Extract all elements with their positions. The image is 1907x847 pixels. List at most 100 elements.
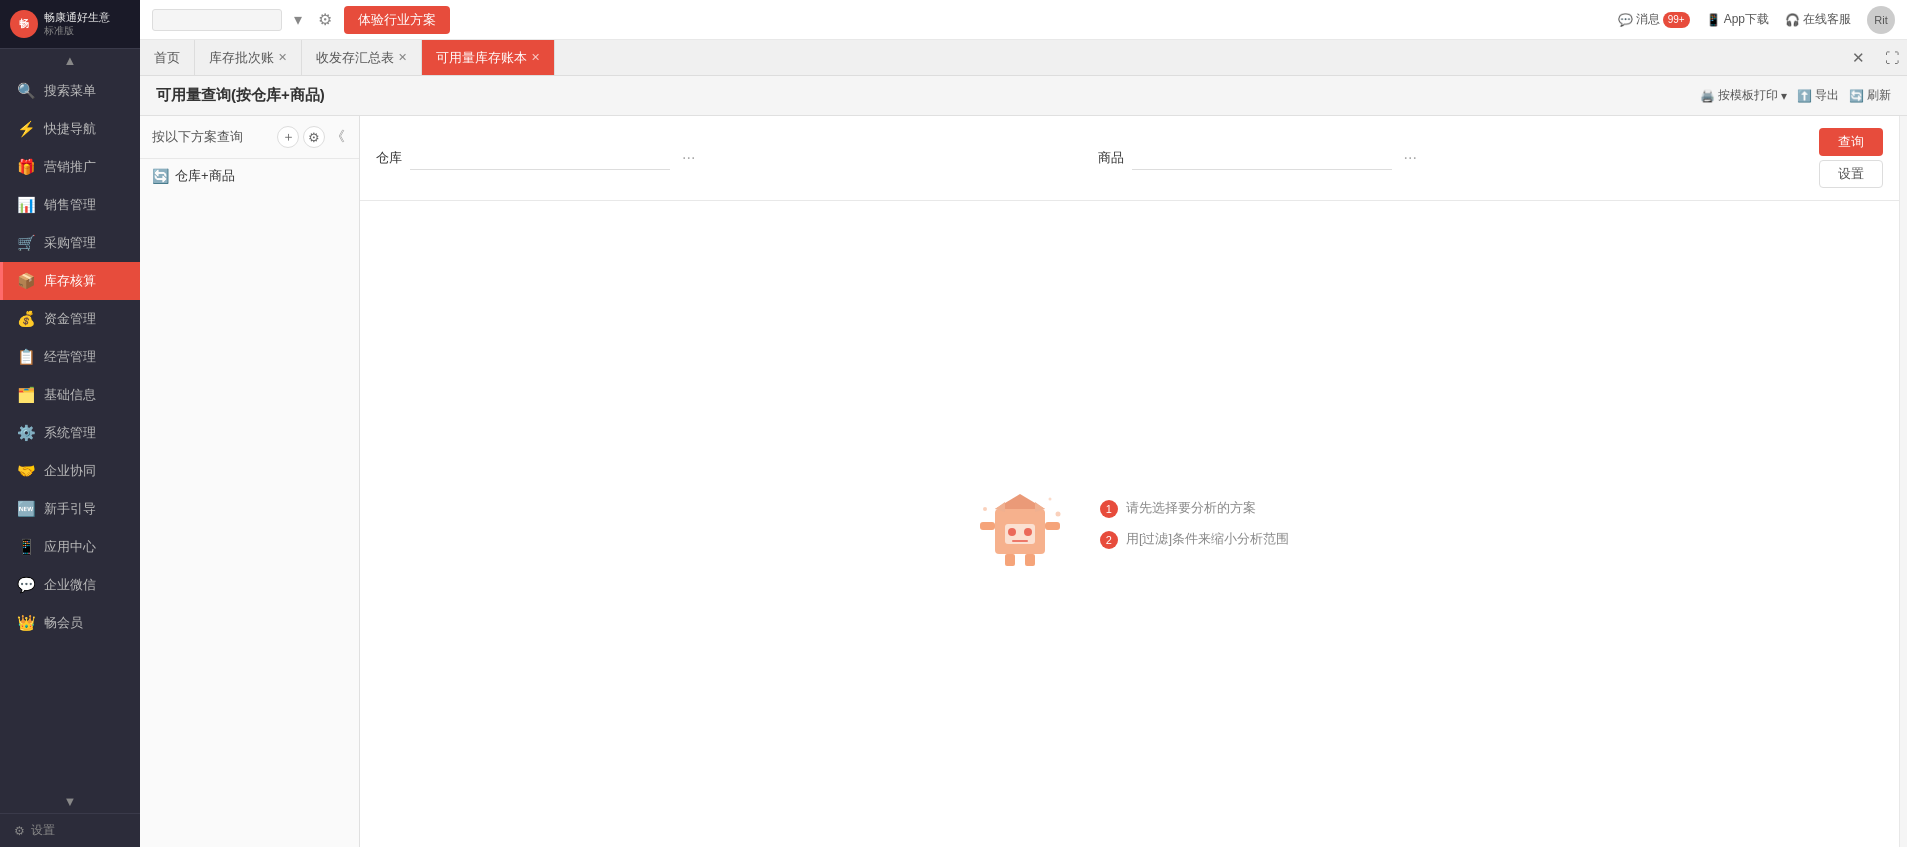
- tab-batch-account[interactable]: 库存批次账 ✕: [195, 40, 302, 75]
- member-icon: 👑: [17, 614, 36, 632]
- tab-receipt-summary-label: 收发存汇总表: [316, 49, 394, 67]
- empty-tip-2: 2 用[过滤]条件来缩小分析范围: [1100, 530, 1289, 549]
- sidebar-item-label: 资金管理: [44, 310, 96, 328]
- sidebar-item-label: 快捷导航: [44, 120, 96, 138]
- app-download-button[interactable]: 📱 App下载: [1706, 11, 1769, 28]
- marketing-promo-icon: 🎁: [17, 158, 36, 176]
- print-dropdown-icon[interactable]: ▾: [1781, 89, 1787, 103]
- sidebar-item-app-center[interactable]: 📱应用中心: [0, 528, 140, 566]
- inventory-icon: 📦: [17, 272, 36, 290]
- query-button[interactable]: 查询: [1819, 128, 1883, 156]
- system-icon: ⚙️: [17, 424, 36, 442]
- tab-available-ledger-close-icon[interactable]: ✕: [531, 51, 540, 64]
- message-button[interactable]: 💬 消息 99+: [1618, 11, 1690, 28]
- headset-icon: 🎧: [1785, 13, 1800, 27]
- sidebar-item-operations[interactable]: 📋经营管理: [0, 338, 140, 376]
- svg-point-12: [983, 507, 987, 511]
- scroll-down-button[interactable]: ▼: [0, 790, 140, 813]
- tab-available-ledger[interactable]: 可用量库存账本 ✕: [422, 40, 555, 75]
- main-area: ▾ ⚙ 体验行业方案 💬 消息 99+ 📱 App下载 🎧 在线客服 Rit: [140, 0, 1907, 847]
- sidebar-item-sales[interactable]: 📊销售管理: [0, 186, 140, 224]
- sidebar-header: 畅 畅康通好生意 标准版: [0, 0, 140, 49]
- svg-rect-11: [1045, 522, 1060, 530]
- product-input[interactable]: [1132, 146, 1392, 170]
- print-template-button[interactable]: 🖨️ 按模板打印 ▾: [1700, 87, 1787, 104]
- purchase-icon: 🛒: [17, 234, 36, 252]
- sidebar-item-shortcut[interactable]: ⚡ 快捷导航: [0, 110, 140, 148]
- sidebar-footer[interactable]: ⚙ 设置: [0, 813, 140, 847]
- phone-icon: 📱: [1706, 13, 1721, 27]
- filter-settings-button[interactable]: ⚙: [303, 126, 325, 148]
- product-more-button[interactable]: ···: [1400, 149, 1421, 167]
- tab-close-window-button[interactable]: ✕: [1840, 40, 1877, 75]
- sidebar-item-label: 基础信息: [44, 386, 96, 404]
- filter-item-warehouse-product[interactable]: 🔄 仓库+商品: [140, 159, 359, 193]
- setting-button[interactable]: 设置: [1819, 160, 1883, 188]
- sidebar-item-label: 经营管理: [44, 348, 96, 366]
- sidebar-item-enterprise[interactable]: 🤝企业协同: [0, 452, 140, 490]
- sidebar-nav: 🔍搜索菜单 ⚡ 快捷导航 🎁营销推广📊销售管理🛒采购管理📦库存核算💰资金管理📋经营管理…: [0, 72, 140, 790]
- topbar-search-input[interactable]: [152, 9, 282, 31]
- app-edition: 标准版: [44, 24, 110, 38]
- gear-icon[interactable]: ▾: [290, 10, 306, 29]
- shortcut-icon: ⚡: [17, 120, 36, 138]
- settings-icon: ⚙: [14, 824, 25, 838]
- tab-receipt-summary-close-icon[interactable]: ✕: [398, 51, 407, 64]
- filter-actions: ＋ ⚙ 《: [277, 126, 347, 148]
- sidebar-footer-label: 设置: [31, 822, 55, 839]
- online-service-label: 在线客服: [1803, 11, 1851, 28]
- left-filter-panel: 按以下方案查询 ＋ ⚙ 《 🔄 仓库+商品: [140, 116, 360, 847]
- tab-receipt-summary[interactable]: 收发存汇总表 ✕: [302, 40, 422, 75]
- svg-rect-7: [1012, 540, 1028, 542]
- filter-add-button[interactable]: ＋: [277, 126, 299, 148]
- filter-item-warehouse-product-label: 仓库+商品: [175, 167, 235, 185]
- sidebar-item-inventory[interactable]: 📦库存核算: [0, 262, 140, 300]
- warehouse-input[interactable]: [410, 146, 670, 170]
- query-buttons: 查询 设置: [1819, 128, 1883, 188]
- filter-header: 按以下方案查询 ＋ ⚙ 《: [140, 116, 359, 159]
- refresh-button[interactable]: 🔄 刷新: [1849, 87, 1891, 104]
- tab-home[interactable]: 首页: [140, 40, 195, 75]
- right-panel: 仓库 ··· 商品 ··· 查询 设置: [360, 116, 1899, 847]
- svg-point-6: [1024, 528, 1032, 536]
- sidebar-item-newbie[interactable]: 🆕新手引导: [0, 490, 140, 528]
- export-icon: ⬆️: [1797, 89, 1812, 103]
- scroll-up-button[interactable]: ▲: [0, 49, 140, 72]
- trial-industry-button[interactable]: 体验行业方案: [344, 6, 450, 34]
- search-icon: 🔍: [17, 82, 36, 100]
- app-download-label: App下载: [1724, 11, 1769, 28]
- empty-state-illustration: [970, 474, 1070, 574]
- app-title: 畅康通好生意: [44, 10, 110, 24]
- svg-rect-10: [980, 522, 995, 530]
- sidebar-item-member[interactable]: 👑畅会员: [0, 604, 140, 642]
- sidebar-item-label: 企业协同: [44, 462, 96, 480]
- tip-num-2: 2: [1100, 531, 1118, 549]
- sidebar-item-purchase[interactable]: 🛒采购管理: [0, 224, 140, 262]
- online-service-button[interactable]: 🎧 在线客服: [1785, 11, 1851, 28]
- query-area: 仓库 ··· 商品 ··· 查询 设置: [360, 116, 1899, 201]
- sidebar-item-wechat[interactable]: 💬企业微信: [0, 566, 140, 604]
- tabbar: 首页 库存批次账 ✕ 收发存汇总表 ✕ 可用量库存账本 ✕ ✕ ⛶: [140, 40, 1907, 76]
- tab-expand-button[interactable]: ⛶: [1877, 40, 1907, 75]
- topbar: ▾ ⚙ 体验行业方案 💬 消息 99+ 📱 App下载 🎧 在线客服 Rit: [140, 0, 1907, 40]
- sidebar-item-finance[interactable]: 💰资金管理: [0, 300, 140, 338]
- sidebar-item-search[interactable]: 🔍搜索菜单: [0, 72, 140, 110]
- app-center-icon: 📱: [17, 538, 36, 556]
- settings-gear-icon[interactable]: ⚙: [314, 10, 336, 29]
- sidebar-item-system[interactable]: ⚙️系统管理: [0, 414, 140, 452]
- sidebar-item-basic-info[interactable]: 🗂️基础信息: [0, 376, 140, 414]
- empty-state: 1 请先选择要分析的方案 2 用[过滤]条件来缩小分析范围: [360, 201, 1899, 847]
- tip-num-1: 1: [1100, 500, 1118, 518]
- filter-collapse-button[interactable]: 《: [329, 126, 347, 148]
- export-button[interactable]: ⬆️ 导出: [1797, 87, 1839, 104]
- newbie-icon: 🆕: [17, 500, 36, 518]
- sidebar: 畅 畅康通好生意 标准版 ▲ 🔍搜索菜单 ⚡ 快捷导航 🎁营销推广📊销售管理🛒采购管理…: [0, 0, 140, 847]
- user-avatar[interactable]: Rit: [1867, 6, 1895, 34]
- sidebar-item-marketing-promo[interactable]: 🎁营销推广: [0, 148, 140, 186]
- print-template-label: 按模板打印: [1718, 87, 1778, 104]
- export-label: 导出: [1815, 87, 1839, 104]
- tab-batch-account-close-icon[interactable]: ✕: [278, 51, 287, 64]
- svg-point-14: [1048, 498, 1051, 501]
- right-scrollbar: [1899, 116, 1907, 847]
- warehouse-more-button[interactable]: ···: [678, 149, 699, 167]
